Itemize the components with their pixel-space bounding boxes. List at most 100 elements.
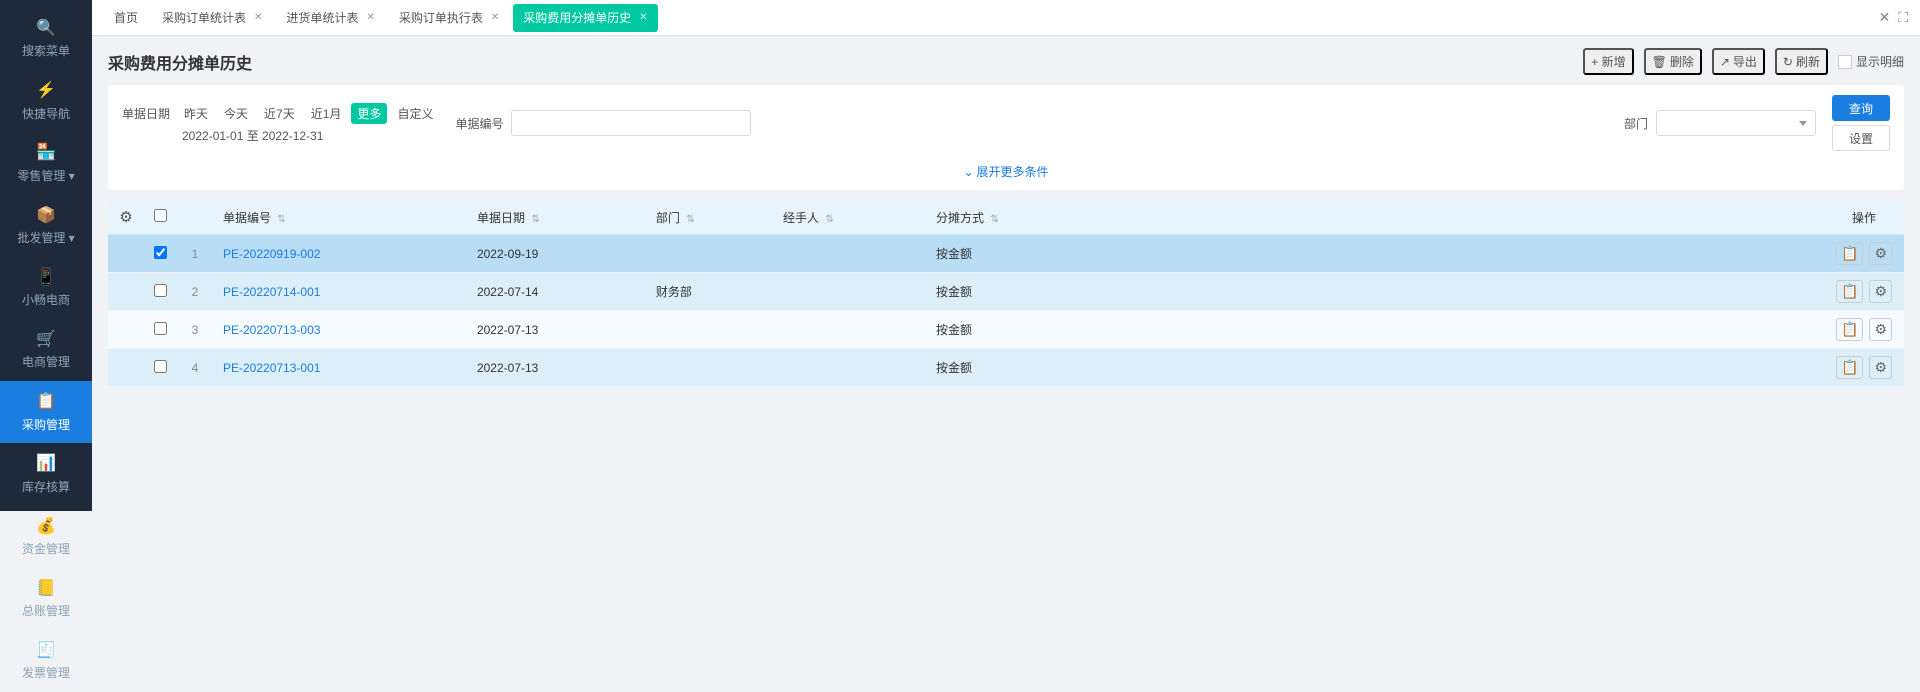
tab-close-purchase-order-stats[interactable]: ✕: [254, 12, 262, 23]
sidebar-item-inventory[interactable]: 📊库存核算: [0, 443, 92, 505]
sidebar-icon-finance: 💰: [4, 516, 88, 538]
row-checkbox-0[interactable]: [154, 246, 167, 259]
sidebar-item-mini[interactable]: 📱小畅电商: [0, 257, 92, 319]
date-custom[interactable]: 自定义: [391, 103, 439, 124]
row-edit-icon-1[interactable]: 📋: [1836, 280, 1863, 303]
sidebar-item-general[interactable]: 📒总账管理: [0, 568, 92, 630]
row-more-icon-0[interactable]: ⚙: [1869, 242, 1892, 265]
toolbar: + 新增 🗑 删除 ↗ 导出 ↻ 刷新 显示明细: [1583, 48, 1904, 75]
tab-bar-right: ✕ ⛶: [1878, 9, 1908, 26]
row-actions-2: 📋 ⚙: [1824, 311, 1904, 349]
row-num-1: 2: [177, 273, 213, 311]
action-buttons: 查询 设置: [1832, 95, 1890, 151]
refresh-icon: ↻: [1783, 55, 1793, 69]
doc-no-link-0[interactable]: PE-20220919-002: [223, 247, 320, 261]
column-settings-icon[interactable]: ⚙: [119, 209, 132, 226]
sidebar-item-finance[interactable]: 💰 资金管理: [0, 506, 92, 568]
sidebar-item-ecommerce[interactable]: 🛒电商管理: [0, 319, 92, 381]
tab-close-goods-in-stats[interactable]: ✕: [366, 12, 374, 23]
sidebar-item-search[interactable]: 🔍搜索菜单: [0, 8, 92, 70]
date-7days[interactable]: 近7天: [258, 103, 301, 124]
table-row: 4 PE-20220713-001 2022-07-13 按金额 📋 ⚙: [108, 349, 1904, 387]
row-settings-3: [108, 349, 144, 387]
sidebar-label-ecommerce: 电商管理: [22, 355, 70, 369]
row-doc-no-1: PE-20220714-001: [213, 273, 467, 311]
export-button[interactable]: ↗ 导出: [1712, 48, 1765, 75]
sidebar-item-purchase[interactable]: 📋采购管理: [0, 381, 92, 443]
tab-purchase-order-stats[interactable]: 采购订单统计表✕: [152, 4, 272, 32]
filter-area: 单据日期 昨天 今天 近7天 近1月 更多 自定义 2022-01-01 至 2…: [108, 85, 1904, 190]
sidebar-icon-wholesale: 📦: [4, 205, 88, 227]
split-method-sort-icon[interactable]: ⇅: [990, 214, 998, 225]
date-today[interactable]: 今天: [218, 103, 254, 124]
tab-close-purchase-cost-split[interactable]: ✕: [639, 12, 647, 23]
doc-no-link-1[interactable]: PE-20220714-001: [223, 285, 320, 299]
sidebar-label-finance: 资金管理: [22, 542, 70, 556]
select-all-checkbox[interactable]: [154, 209, 167, 222]
sidebar-label-invoice: 发票管理: [22, 666, 70, 680]
sidebar-item-wholesale[interactable]: 📦批发管理 ▾: [0, 195, 92, 257]
expand-more-button[interactable]: ⌄ 展开更多条件: [963, 163, 1048, 180]
sidebar-item-invoice[interactable]: 🧾发票管理: [0, 630, 92, 692]
row-split-method-1: 按金额: [926, 273, 1824, 311]
row-more-icon-1[interactable]: ⚙: [1869, 280, 1892, 303]
row-settings-2: [108, 311, 144, 349]
tab-bar: 首页采购订单统计表✕进货单统计表✕采购订单执行表✕采购费用分摊单历史✕ ✕ ⛶: [92, 0, 1920, 36]
doc-no-link-3[interactable]: PE-20220713-001: [223, 361, 320, 375]
row-edit-icon-0[interactable]: 📋: [1836, 242, 1863, 265]
dept-sort-icon[interactable]: ⇅: [686, 214, 694, 225]
row-dept-0: [646, 235, 773, 273]
maximize-icon[interactable]: ⛶: [1898, 9, 1908, 26]
doc-no-input[interactable]: [511, 110, 751, 136]
show-columns-checkbox[interactable]: [1838, 55, 1852, 69]
add-button[interactable]: + 新增: [1583, 48, 1633, 75]
row-more-icon-3[interactable]: ⚙: [1869, 356, 1892, 379]
row-more-icon-2[interactable]: ⚙: [1869, 318, 1892, 341]
date-filter-group: 单据日期 昨天 今天 近7天 近1月 更多 自定义 2022-01-01 至 2…: [122, 103, 439, 144]
tab-goods-in-stats[interactable]: 进货单统计表✕: [276, 4, 384, 32]
row-edit-icon-2[interactable]: 📋: [1836, 318, 1863, 341]
date-yesterday[interactable]: 昨天: [178, 103, 214, 124]
tab-purchase-order-exec[interactable]: 采购订单执行表✕: [389, 4, 509, 32]
row-checkbox-3[interactable]: [154, 360, 167, 373]
tab-close-purchase-order-exec[interactable]: ✕: [491, 12, 499, 23]
tab-home[interactable]: 首页: [104, 9, 148, 26]
filter-settings-button[interactable]: 设置: [1832, 125, 1890, 151]
date-buttons: 昨天 今天 近7天 近1月 更多 自定义: [178, 103, 439, 124]
table-body: 1 PE-20220919-002 2022-09-19 按金额 📋 ⚙ 2 P…: [108, 235, 1904, 387]
query-button[interactable]: 查询: [1832, 95, 1890, 121]
sidebar-item-shortcut[interactable]: ⚡快捷导航: [0, 70, 92, 132]
row-split-method-3: 按金额: [926, 349, 1824, 387]
row-edit-icon-3[interactable]: 📋: [1836, 356, 1863, 379]
row-checkbox-2[interactable]: [154, 322, 167, 335]
date-1month[interactable]: 近1月: [305, 103, 348, 124]
doc-no-sort-icon[interactable]: ⇅: [277, 214, 285, 225]
th-split-method: 分摊方式 ⇅: [926, 200, 1824, 235]
sidebar-item-retail[interactable]: 🏪零售管理 ▾: [0, 132, 92, 194]
show-columns-toggle[interactable]: 显示明细: [1838, 53, 1904, 70]
handler-sort-icon[interactable]: ⇅: [825, 214, 833, 225]
row-dept-1: 财务部: [646, 273, 773, 311]
close-window-icon[interactable]: ✕: [1878, 9, 1890, 26]
th-action: 操作: [1824, 200, 1904, 235]
row-num-0: 1: [177, 235, 213, 273]
th-settings: ⚙: [108, 200, 144, 235]
th-doc-date: 单据日期 ⇅: [467, 200, 646, 235]
doc-no-link-2[interactable]: PE-20220713-003: [223, 323, 320, 337]
sidebar-label-retail: 零售管理: [17, 169, 65, 183]
row-doc-date-0: 2022-09-19: [467, 235, 646, 273]
th-handler: 经手人 ⇅: [773, 200, 926, 235]
dept-select[interactable]: 财务部: [1656, 110, 1816, 136]
row-checkbox-cell-3: [144, 349, 177, 387]
tab-purchase-cost-split[interactable]: 采购费用分摊单历史✕: [513, 4, 657, 32]
row-checkbox-cell-2: [144, 311, 177, 349]
doc-date-sort-icon[interactable]: ⇅: [531, 214, 539, 225]
sidebar-icon-mini: 📱: [4, 267, 88, 289]
refresh-button[interactable]: ↻ 刷新: [1775, 48, 1828, 75]
row-checkbox-1[interactable]: [154, 284, 167, 297]
sidebar-label-search: 搜索菜单: [22, 44, 70, 58]
delete-button[interactable]: 🗑 删除: [1644, 48, 1702, 75]
date-more[interactable]: 更多: [351, 103, 387, 124]
sidebar-icon-general: 📒: [4, 578, 88, 600]
table-row: 2 PE-20220714-001 2022-07-14 财务部 按金额 📋 ⚙: [108, 273, 1904, 311]
